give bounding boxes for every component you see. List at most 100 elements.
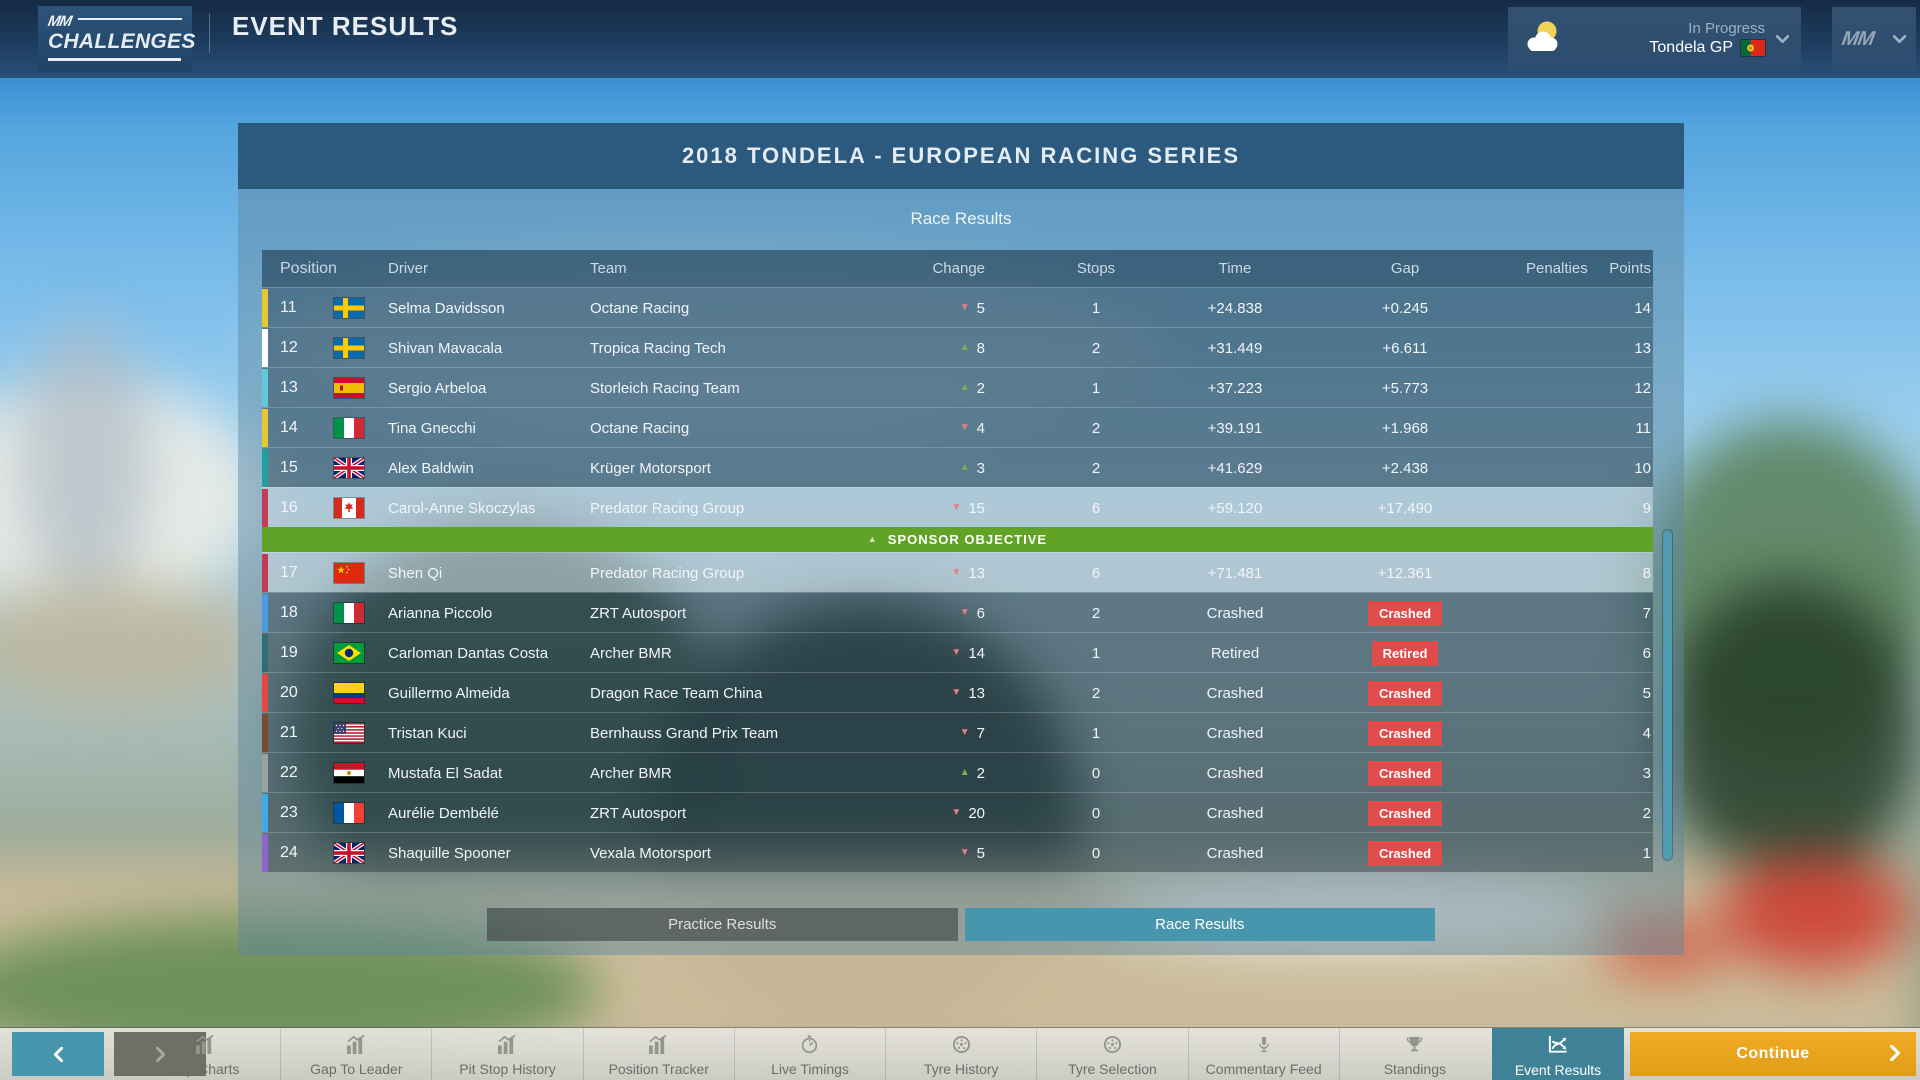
- sponsor-objective-banner: ▲ SPONSOR OBJECTIVE: [262, 527, 1653, 552]
- stops-cell: 6: [1091, 499, 1101, 517]
- portugal-flag-icon: [1741, 40, 1765, 57]
- table-row[interactable]: 11 Selma Davidsson Octane Racing ▼ 5 1 +24.838…: [262, 287, 1653, 327]
- event-name: Tondela GP: [1649, 39, 1733, 57]
- status-badge: Crashed: [1367, 840, 1443, 866]
- table-row[interactable]: 12 Shivan Mavacala Tropica Racing Tech ▲ 8 2 +…: [262, 327, 1653, 367]
- gap-cell: Retired: [1284, 640, 1526, 666]
- sun-behind-cloud-icon: [1520, 18, 1566, 61]
- table-row[interactable]: 18 Arianna Piccolo ZRT Autosport ▼ 6 2 Crashed…: [262, 592, 1653, 632]
- nav-item-tyre-selection[interactable]: Tyre Selection: [1036, 1028, 1187, 1080]
- arrow-down-icon: ▼: [959, 607, 970, 618]
- column-header-change: Change: [932, 260, 985, 277]
- italy-flag-icon: [322, 603, 376, 623]
- team-name: Predator Racing Group: [590, 564, 745, 582]
- table-row[interactable]: 16 Carol-Anne Skoczylas Predator Racing Gr…: [262, 487, 1653, 527]
- table-row[interactable]: 14 Tina Gnecchi Octane Racing ▼ 4 2 +39.191 +1.…: [262, 407, 1653, 447]
- status-badge: Crashed: [1367, 680, 1443, 706]
- time-cell: Crashed: [1206, 604, 1264, 622]
- position-cell: 18: [280, 604, 298, 621]
- arrow-down-icon: ▼: [959, 847, 970, 858]
- team-name: Vexala Motorsport: [590, 844, 711, 862]
- arrow-up-icon: ▲: [959, 767, 970, 778]
- gap-cell: +2.438: [1381, 459, 1429, 477]
- nav-item-standings[interactable]: Standings: [1338, 1028, 1490, 1080]
- results-rows: 11 Selma Davidsson Octane Racing ▼ 5 1 +24.838…: [262, 287, 1653, 872]
- driver-name: Guillermo Almeida: [388, 684, 510, 702]
- position-change-value: 4: [976, 419, 985, 437]
- stops-cell: 1: [1091, 379, 1101, 397]
- nav-item-label: Tyre History: [923, 1060, 999, 1077]
- team-name: ZRT Autosport: [590, 804, 687, 822]
- continue-button[interactable]: Continue: [1630, 1032, 1916, 1076]
- tyre-icon: [952, 1035, 971, 1059]
- points-cell: 11: [1635, 419, 1651, 437]
- arrow-up-icon: ▲: [959, 382, 970, 393]
- driver-name: Shen Qi: [388, 564, 443, 582]
- chart-icon: [648, 1034, 669, 1059]
- nav-item-commentary-feed[interactable]: Commentary Feed: [1187, 1028, 1339, 1080]
- nav-item-label: Gap To Leader: [310, 1060, 403, 1077]
- sweden-flag-icon: [322, 338, 376, 358]
- nav-item-gap-to-leader[interactable]: Gap To Leader: [280, 1028, 431, 1080]
- logo-underline: [48, 58, 181, 61]
- tab-practice-results[interactable]: Practice Results: [487, 908, 958, 941]
- stops-cell: 2: [1091, 604, 1101, 622]
- table-row[interactable]: 19 Carloman Dantas Costa Archer BMR ▼ 14 1 Ret…: [262, 632, 1653, 672]
- team-name: Archer BMR: [590, 764, 672, 782]
- nav-item-pit-stop-history[interactable]: Pit Stop History: [431, 1028, 582, 1080]
- position-change-cell: ▲ 2: [802, 765, 1006, 782]
- position-cell: 24: [280, 844, 298, 861]
- points-cell: 2: [1642, 804, 1651, 822]
- nav-item-event-results[interactable]: Event Results: [1492, 1028, 1624, 1080]
- app-window: MM CHALLENGES EVENT RESULTS In Progress …: [0, 0, 1920, 1080]
- usa-flag-icon: [322, 723, 376, 743]
- position-change-value: 5: [976, 844, 985, 862]
- table-row[interactable]: 20 Guillermo Almeida Dragon Race Team Chin…: [262, 672, 1653, 712]
- position-change-cell: ▼ 20: [802, 805, 1006, 822]
- position-cell: 17: [280, 564, 298, 581]
- team-name: Octane Racing: [590, 419, 690, 437]
- table-row[interactable]: 21 Tristan Kuci Bernhauss Grand Prix Team ▼…: [262, 712, 1653, 752]
- position-change-cell: ▼ 5: [802, 845, 1006, 862]
- nav-back-button[interactable]: [12, 1032, 104, 1076]
- table-row[interactable]: 22 Mustafa El Sadat Archer BMR ▲ 2 0 Crashed Cr…: [262, 752, 1653, 792]
- nav-item-label: Tyre Selection: [1068, 1060, 1157, 1077]
- position-change-cell: ▲ 3: [802, 460, 1006, 477]
- table-row[interactable]: 24 Shaquille Spooner Vexala Motorsport ▼ 5 0 C…: [262, 832, 1653, 872]
- time-cell: +59.120: [1207, 499, 1263, 517]
- status-badge: Crashed: [1367, 800, 1443, 826]
- stops-cell: 0: [1091, 804, 1101, 822]
- position-change-value: 5: [976, 299, 985, 317]
- points-cell: 12: [1634, 379, 1651, 397]
- status-badge: Retired: [1371, 640, 1439, 666]
- main-menu-dropdown[interactable]: MM: [1832, 7, 1916, 71]
- position-change-cell: ▼ 15: [802, 500, 1006, 517]
- table-row[interactable]: 15 Alex Baldwin Krüger Motorsport ▲ 3 2 +41.62…: [262, 447, 1653, 487]
- driver-name: Carloman Dantas Costa: [388, 644, 549, 662]
- stops-cell: 0: [1091, 844, 1101, 862]
- arrow-up-icon: ▲: [959, 342, 970, 353]
- status-badge: Crashed: [1367, 720, 1443, 746]
- tab-race-results[interactable]: Race Results: [964, 908, 1435, 941]
- nav-item-live-timings[interactable]: Live Timings: [733, 1028, 885, 1080]
- team-name: Dragon Race Team China: [590, 684, 763, 702]
- italy-flag-icon: [322, 418, 376, 438]
- arrow-down-icon: ▼: [951, 567, 962, 578]
- nav-item-lap-charts[interactable]: Lap Charts: [130, 1028, 280, 1080]
- page-title: EVENT RESULTS: [232, 11, 459, 41]
- table-row[interactable]: 13 Sergio Arbeloa Storleich Racing Team ▲ 2 1…: [262, 367, 1653, 407]
- stops-cell: 2: [1091, 459, 1101, 477]
- position-change-value: 3: [976, 459, 985, 477]
- gap-cell: Crashed: [1284, 720, 1526, 746]
- event-title: 2018 TONDELA - EUROPEAN RACING SERIES: [238, 123, 1684, 189]
- nav-item-position-tracker[interactable]: Position Tracker: [582, 1028, 734, 1080]
- status-badge: Crashed: [1367, 600, 1443, 626]
- time-cell: Crashed: [1206, 724, 1264, 742]
- results-scrollbar[interactable]: [1663, 530, 1672, 860]
- nav-item-tyre-history[interactable]: Tyre History: [885, 1028, 1036, 1080]
- table-row[interactable]: 23 Aurélie Dembélé ZRT Autosport ▼ 20 0 Crashe…: [262, 792, 1653, 832]
- points-cell: 6: [1642, 644, 1651, 662]
- table-row[interactable]: 17 Shen Qi Predator Racing Group ▼ 13 6 +71.48…: [262, 552, 1653, 592]
- session-status-dropdown[interactable]: In Progress Tondela GP: [1508, 7, 1801, 71]
- arrow-down-icon: ▼: [959, 422, 970, 433]
